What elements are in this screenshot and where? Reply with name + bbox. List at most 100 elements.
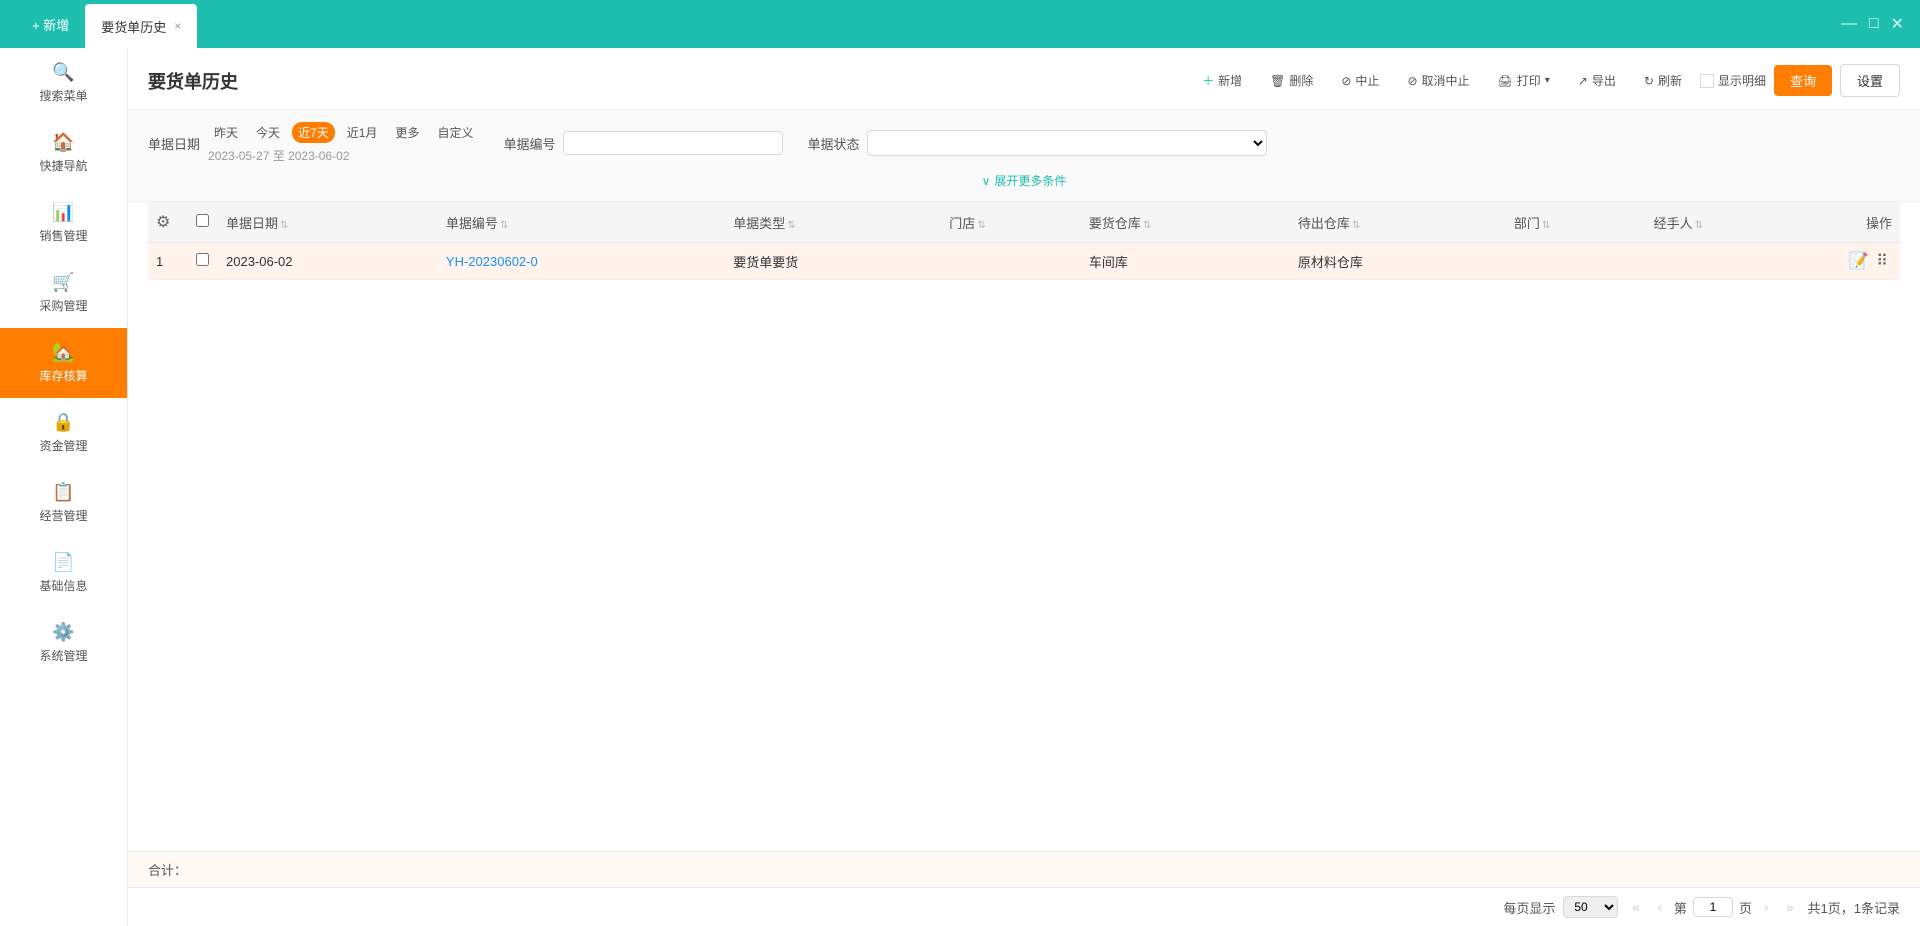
sidebar-item-finance[interactable]: 🔒 资金管理 xyxy=(0,398,127,468)
display-detail-toggle[interactable]: 显示明细 xyxy=(1700,72,1766,89)
sort-dept-icon[interactable]: ⇅ xyxy=(1542,220,1550,231)
inventory-icon: 🏡 xyxy=(52,342,74,363)
date-shortcut-1month[interactable]: 近1月 xyxy=(341,122,384,143)
window-maximize-icon[interactable]: □ xyxy=(1869,15,1879,33)
expand-more-button[interactable]: ∨ 展开更多条件 xyxy=(982,172,1067,189)
quick-nav-icon: 🏠 xyxy=(52,132,74,153)
th-checkbox xyxy=(188,202,218,243)
th-doc-date: 单据日期⇅ xyxy=(218,202,438,243)
sidebar-item-sales-label: 销售管理 xyxy=(39,227,87,244)
export-icon: ↗ xyxy=(1578,74,1588,88)
date-shortcut-custom[interactable]: 自定义 xyxy=(431,122,479,143)
date-range-display: 2023-05-27 至 2023-06-02 xyxy=(208,147,479,164)
print-icon: 🖨 xyxy=(1498,74,1513,88)
window-minimize-icon[interactable]: — xyxy=(1841,15,1857,33)
date-shortcut-yesterday[interactable]: 昨天 xyxy=(208,122,244,143)
display-detail-checkbox[interactable] xyxy=(1700,74,1714,88)
main-area: 🔍 搜索菜单 🏠 快捷导航 📊 销售管理 🛒 采购管理 🏡 库存核算 🔒 xyxy=(0,48,1920,926)
sort-doc-type-icon[interactable]: ⇅ xyxy=(787,220,795,231)
row-more-icon[interactable]: ⠿ xyxy=(1876,253,1888,270)
cancel-stop-icon: ⊘ xyxy=(1407,74,1417,88)
tab-requisition-label: 要货单历史 xyxy=(101,17,166,36)
stop-button[interactable]: ⊘ 中止 xyxy=(1331,67,1389,94)
th-dept: 部门⇅ xyxy=(1506,202,1646,243)
row-edit-icon[interactable]: 📝 xyxy=(1849,253,1869,270)
cell-doc-no[interactable]: YH-20230602-0 xyxy=(438,243,725,280)
cell-doc-date: 2023-06-02 xyxy=(218,243,438,280)
sort-handler-icon[interactable]: ⇅ xyxy=(1695,220,1703,231)
cell-checkbox xyxy=(188,243,218,280)
window-close-icon[interactable]: ✕ xyxy=(1891,14,1904,34)
tab-home[interactable]: + 新增 xyxy=(16,0,85,48)
top-bar-right: — □ ✕ xyxy=(1841,14,1904,34)
sidebar-item-basic-info[interactable]: 📄 基础信息 xyxy=(0,538,127,608)
date-shortcut-more[interactable]: 更多 xyxy=(389,122,425,143)
next-page-button[interactable]: › xyxy=(1758,898,1774,917)
last-page-button[interactable]: » xyxy=(1780,898,1799,917)
sidebar-item-ops[interactable]: 📋 经营管理 xyxy=(0,468,127,538)
filter-docno-input[interactable] xyxy=(563,131,783,155)
top-bar: + 新增 要货单历史 × — □ ✕ xyxy=(0,0,1920,48)
main-table: ⚙ 单据日期⇅ 单据编号⇅ xyxy=(148,202,1900,280)
query-button[interactable]: 查询 xyxy=(1774,65,1832,96)
settings-button[interactable]: 设置 xyxy=(1840,64,1900,97)
delete-button[interactable]: 🗑 删除 xyxy=(1260,67,1323,94)
sort-doc-no-icon[interactable]: ⇅ xyxy=(500,220,508,231)
date-shortcuts: 昨天 今天 近7天 近1月 更多 自定义 xyxy=(208,122,479,143)
th-handler: 经手人⇅ xyxy=(1646,202,1820,243)
filter-status-label: 单据状态 xyxy=(807,134,859,153)
export-button[interactable]: ↗ 导出 xyxy=(1568,67,1626,94)
sidebar-item-search-menu[interactable]: 🔍 搜索菜单 xyxy=(0,48,127,118)
select-all-checkbox[interactable] xyxy=(196,214,209,227)
date-shortcut-7days[interactable]: 近7天 xyxy=(292,122,335,143)
new-icon: ＋ xyxy=(1202,72,1214,89)
sort-pending-warehouse-icon[interactable]: ⇅ xyxy=(1352,220,1360,231)
sales-icon: 📊 xyxy=(52,202,74,223)
row-checkbox[interactable] xyxy=(196,253,209,266)
tab-requisition-history[interactable]: 要货单历史 × xyxy=(85,4,197,48)
date-shortcut-today[interactable]: 今天 xyxy=(250,122,286,143)
tab-home-label: + 新增 xyxy=(32,15,69,34)
tab-close-icon[interactable]: × xyxy=(174,19,181,33)
page-number-input[interactable] xyxy=(1693,897,1733,917)
table-footer: 合计： xyxy=(128,851,1920,887)
page-size-select[interactable]: 20 50 100 xyxy=(1563,896,1618,918)
sidebar-item-search-label: 搜索菜单 xyxy=(39,87,87,104)
print-dropdown-icon: ▾ xyxy=(1545,75,1550,86)
sidebar-item-purchase[interactable]: 🛒 采购管理 xyxy=(0,258,127,328)
cancel-stop-button[interactable]: ⊘ 取消中止 xyxy=(1397,67,1479,94)
sidebar-item-sales[interactable]: 📊 销售管理 xyxy=(0,188,127,258)
sidebar-item-system[interactable]: ⚙️ 系统管理 xyxy=(0,608,127,678)
first-page-button[interactable]: « xyxy=(1626,898,1645,917)
cell-index: 1 xyxy=(148,243,188,280)
new-button[interactable]: ＋ 新增 xyxy=(1192,67,1252,94)
sidebar-item-quick-nav[interactable]: 🏠 快捷导航 xyxy=(0,118,127,188)
sidebar-item-inventory[interactable]: 🏡 库存核算 xyxy=(0,328,127,398)
cell-operations: 📝 ⠿ xyxy=(1820,243,1900,280)
filter-date-group: 昨天 今天 近7天 近1月 更多 自定义 2023-05-27 至 2023-0… xyxy=(208,122,479,164)
filter-area: 单据日期 昨天 今天 近7天 近1月 更多 自定义 2 xyxy=(128,110,1920,202)
filter-docno-label: 单据编号 xyxy=(503,134,555,153)
basic-info-icon: 📄 xyxy=(52,552,74,573)
sidebar-item-purchase-label: 采购管理 xyxy=(39,297,87,314)
prev-page-button[interactable]: ‹ xyxy=(1652,898,1668,917)
print-button[interactable]: 🖨 打印 ▾ xyxy=(1488,67,1560,94)
filter-status-select[interactable] xyxy=(867,130,1267,156)
content-area: 要货单历史 ＋ 新增 🗑 删除 ⊘ 中止 xyxy=(128,48,1920,926)
th-store: 门店⇅ xyxy=(941,202,1081,243)
th-req-warehouse: 要货仓库⇅ xyxy=(1081,202,1290,243)
page-nav: « ‹ 第 页 › » xyxy=(1626,897,1799,917)
expand-more-area: ∨ 展开更多条件 xyxy=(148,172,1900,189)
page-label-prefix: 第 xyxy=(1674,898,1687,917)
table-row[interactable]: 1 2023-06-02 YH-20230602-0 要货单要货 车间库 原材料… xyxy=(148,243,1900,280)
sort-store-icon[interactable]: ⇅ xyxy=(977,220,985,231)
sort-doc-date-icon[interactable]: ⇅ xyxy=(280,220,288,231)
sidebar-item-basic-info-label: 基础信息 xyxy=(39,577,87,594)
refresh-button[interactable]: ↻ 刷新 xyxy=(1634,67,1692,94)
sort-req-warehouse-icon[interactable]: ⇅ xyxy=(1143,220,1151,231)
sidebar-item-system-label: 系统管理 xyxy=(39,647,87,664)
table-area: ⚙ 单据日期⇅ 单据编号⇅ xyxy=(128,202,1920,851)
page-title: 要货单历史 xyxy=(148,68,238,94)
page-header: 要货单历史 ＋ 新增 🗑 删除 ⊘ 中止 xyxy=(128,48,1920,110)
table-settings-icon[interactable]: ⚙ xyxy=(156,214,170,231)
